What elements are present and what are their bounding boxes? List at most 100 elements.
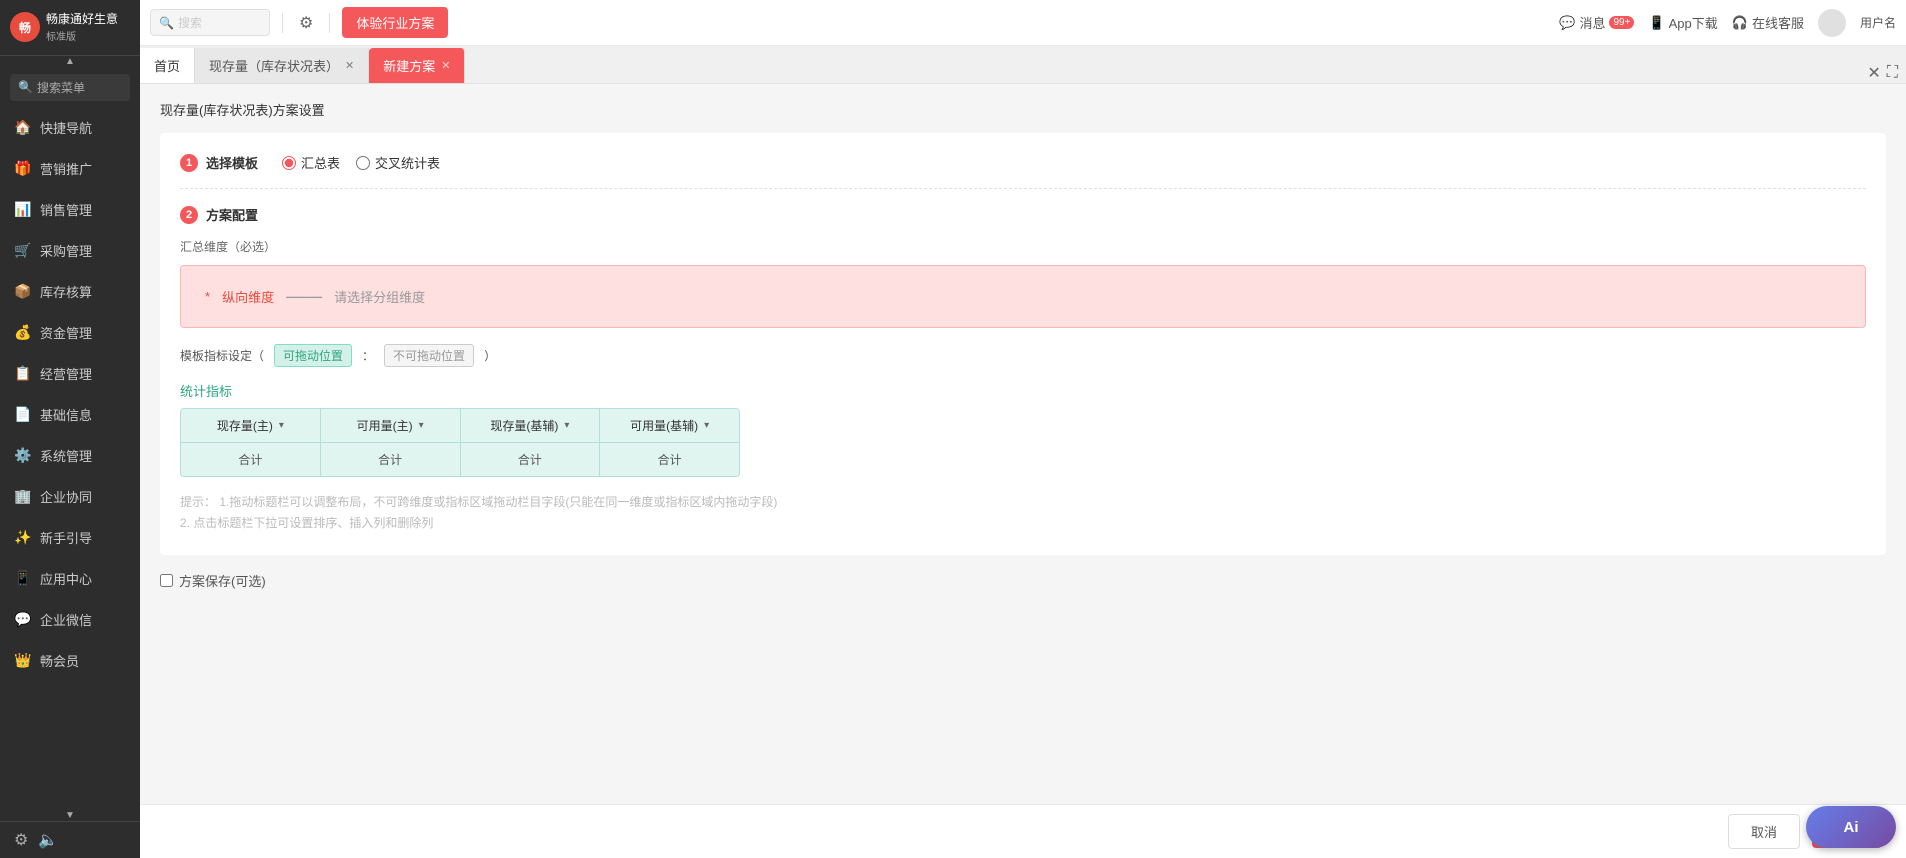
quick-nav-icon: 🏠 (14, 118, 32, 136)
sidebar-item-marketing[interactable]: 🎁 营销推广 (0, 148, 140, 189)
sidebar-item-sales[interactable]: 📊 销售管理 (0, 189, 140, 230)
col-4-chevron-icon[interactable]: ▾ (704, 420, 709, 431)
dimension-section-label: 汇总维度（必选） (180, 238, 1866, 255)
basic-info-icon: 📄 (14, 405, 32, 423)
sidebar-logo: 畅 畅康通好生意 标准版 (0, 0, 140, 56)
topbar-gear-icon[interactable]: ⚙ (295, 13, 317, 33)
wechat-icon: 💬 (14, 610, 32, 628)
tab-home[interactable]: 首页 (140, 48, 195, 83)
tip-1: 提示： 1.拖动标题栏可以调整布局，不可跨维度或指标区域拖动栏目字段(只能在同一… (180, 493, 1866, 510)
col-1: 现存量(主) ▾ 合计 (181, 409, 321, 476)
tab-inventory-close-icon[interactable]: ✕ (345, 59, 354, 72)
col-4-header[interactable]: 可用量(基辅) ▾ (600, 409, 739, 443)
sidebar-item-wechat[interactable]: 💬 企业微信 (0, 599, 140, 640)
tab-expand-btn[interactable]: ⛶ (1887, 64, 1898, 82)
radio-summary[interactable]: 汇总表 (282, 153, 340, 172)
topbar-divider2 (329, 13, 330, 33)
step1-header: 1 选择模板 汇总表 交叉统计表 (180, 153, 1866, 172)
template-radio-group: 汇总表 交叉统计表 (282, 153, 440, 172)
tabbar-controls: ✕ ⛶ (1859, 63, 1906, 83)
col-2: 可用量(主) ▾ 合计 (321, 409, 461, 476)
app-download-item[interactable]: 📱 App下载 (1648, 13, 1717, 32)
enterprise-icon: 🏢 (14, 487, 32, 505)
stats-table: 现存量(主) ▾ 合计 可用量(主) ▾ 合计 (180, 408, 740, 477)
topbar: 🔍 搜索 ⚙ 体验行业方案 💬 消息 99+ 📱 App下载 🎧 在线客服 用户… (140, 0, 1906, 46)
sidebar: 畅 畅康通好生意 标准版 ▲ 🔍 搜索菜单 🏠 快捷导航 🎁 营销推广 📊 销售… (0, 0, 140, 858)
radio-summary-input[interactable] (282, 156, 296, 170)
col-2-chevron-icon[interactable]: ▾ (419, 420, 424, 431)
indicator-settings-row: 模板指标设定（ 可拖动位置 ： 不可拖动位置 ） (180, 344, 1866, 367)
tab-close-btn[interactable]: ✕ (1867, 63, 1880, 83)
sidebar-item-system[interactable]: ⚙️ 系统管理 (0, 435, 140, 476)
non-draggable-badge: 不可拖动位置 (384, 344, 474, 367)
sound-icon[interactable]: 🔈 (38, 830, 58, 850)
scroll-up-arrow[interactable]: ▲ (62, 53, 78, 70)
phone-icon: 📱 (1648, 15, 1664, 31)
dimension-box[interactable]: * 纵向维度 —— 请选择分组维度 (180, 265, 1866, 328)
dimension-required-mark: * (205, 289, 210, 304)
col-3: 现存量(基辅) ▾ 合计 (461, 409, 601, 476)
topbar-right: 💬 消息 99+ 📱 App下载 🎧 在线客服 用户名 (1559, 9, 1896, 37)
col-1-body: 合计 (181, 443, 320, 476)
col-4: 可用量(基辅) ▾ 合计 (600, 409, 739, 476)
draggable-badge: 可拖动位置 (274, 344, 352, 367)
trial-btn[interactable]: 体验行业方案 (342, 7, 448, 38)
stats-table-header: 现存量(主) ▾ 合计 可用量(主) ▾ 合计 (181, 409, 739, 476)
tab-inventory-status[interactable]: 现存量（库存状况表） ✕ (195, 48, 369, 83)
marketing-icon: 🎁 (14, 159, 32, 177)
inventory-icon: 📦 (14, 282, 32, 300)
tip-2: 2. 点击标题栏下拉可设置排序、插入列和删除列 (180, 514, 1866, 531)
ai-float-button[interactable]: Ai (1806, 806, 1896, 848)
sidebar-search[interactable]: 🔍 搜索菜单 (10, 74, 130, 101)
dimension-placeholder: 请选择分组维度 (334, 287, 425, 306)
radio-cross[interactable]: 交叉统计表 (356, 153, 440, 172)
tab-new-scheme-close-icon[interactable]: ✕ (441, 59, 450, 72)
settings-icon[interactable]: ⚙ (14, 830, 28, 850)
settings-card: 1 选择模板 汇总表 交叉统计表 2 方案配置 (160, 133, 1886, 555)
message-item[interactable]: 💬 消息 99+ (1559, 13, 1634, 32)
operations-icon: 📋 (14, 364, 32, 382)
step1-number: 1 (180, 154, 198, 172)
message-icon: 💬 (1559, 15, 1575, 31)
col-3-header[interactable]: 现存量(基辅) ▾ (461, 409, 600, 443)
member-icon: 👑 (14, 651, 32, 669)
sidebar-item-new-guide[interactable]: ✨ 新手引导 (0, 517, 140, 558)
sidebar-item-finance[interactable]: 💰 资金管理 (0, 312, 140, 353)
sidebar-item-inventory[interactable]: 📦 库存核算 (0, 271, 140, 312)
step1-label: 选择模板 (206, 153, 258, 172)
save-label: 方案保存(可选) (179, 571, 266, 590)
tabbar: 首页 现存量（库存状况表） ✕ 新建方案 ✕ ✕ ⛶ (140, 46, 1906, 84)
user-avatar[interactable] (1818, 9, 1846, 37)
col-2-header[interactable]: 可用量(主) ▾ (321, 409, 460, 443)
customer-service-item[interactable]: 🎧 在线客服 (1732, 13, 1804, 32)
headset-icon: 🎧 (1732, 15, 1748, 31)
topbar-search[interactable]: 🔍 搜索 (150, 9, 270, 36)
tab-new-scheme[interactable]: 新建方案 ✕ (369, 48, 465, 83)
main-area: 🔍 搜索 ⚙ 体验行业方案 💬 消息 99+ 📱 App下载 🎧 在线客服 用户… (140, 0, 1906, 858)
stats-section-label: 统计指标 (180, 381, 1866, 400)
save-checkbox[interactable] (160, 574, 173, 587)
col-3-chevron-icon[interactable]: ▾ (564, 420, 569, 431)
col-1-chevron-icon[interactable]: ▾ (279, 420, 284, 431)
new-guide-icon: ✨ (14, 528, 32, 546)
sidebar-footer: ⚙ 🔈 (0, 821, 140, 858)
tips-section: 提示： 1.拖动标题栏可以调整布局，不可跨维度或指标区域拖动栏目字段(只能在同一… (180, 493, 1866, 531)
cancel-button[interactable]: 取消 (1728, 814, 1800, 849)
col-1-header[interactable]: 现存量(主) ▾ (181, 409, 320, 443)
logo-title: 畅康通好生意 (46, 12, 118, 28)
finance-icon: 💰 (14, 323, 32, 341)
content-area: 现存量(库存状况表)方案设置 1 选择模板 汇总表 交叉统计表 (140, 84, 1906, 804)
bottom-bar: 取消 查询 (140, 804, 1906, 858)
sidebar-item-quick-nav[interactable]: 🏠 快捷导航 (0, 107, 140, 148)
message-badge: 99+ (1609, 16, 1634, 29)
sidebar-item-basic-info[interactable]: 📄 基础信息 (0, 394, 140, 435)
radio-cross-input[interactable] (356, 156, 370, 170)
sidebar-item-app-center[interactable]: 📱 应用中心 (0, 558, 140, 599)
sidebar-item-purchase[interactable]: 🛒 采购管理 (0, 230, 140, 271)
sidebar-item-enterprise[interactable]: 🏢 企业协同 (0, 476, 140, 517)
sidebar-item-operations[interactable]: 📋 经营管理 (0, 353, 140, 394)
sidebar-nav: 🏠 快捷导航 🎁 营销推广 📊 销售管理 🛒 采购管理 📦 库存核算 💰 资金管… (0, 107, 140, 809)
step2-header: 2 方案配置 (180, 205, 1866, 224)
username-label: 用户名 (1860, 14, 1896, 31)
sidebar-item-member[interactable]: 👑 畅会员 (0, 640, 140, 681)
